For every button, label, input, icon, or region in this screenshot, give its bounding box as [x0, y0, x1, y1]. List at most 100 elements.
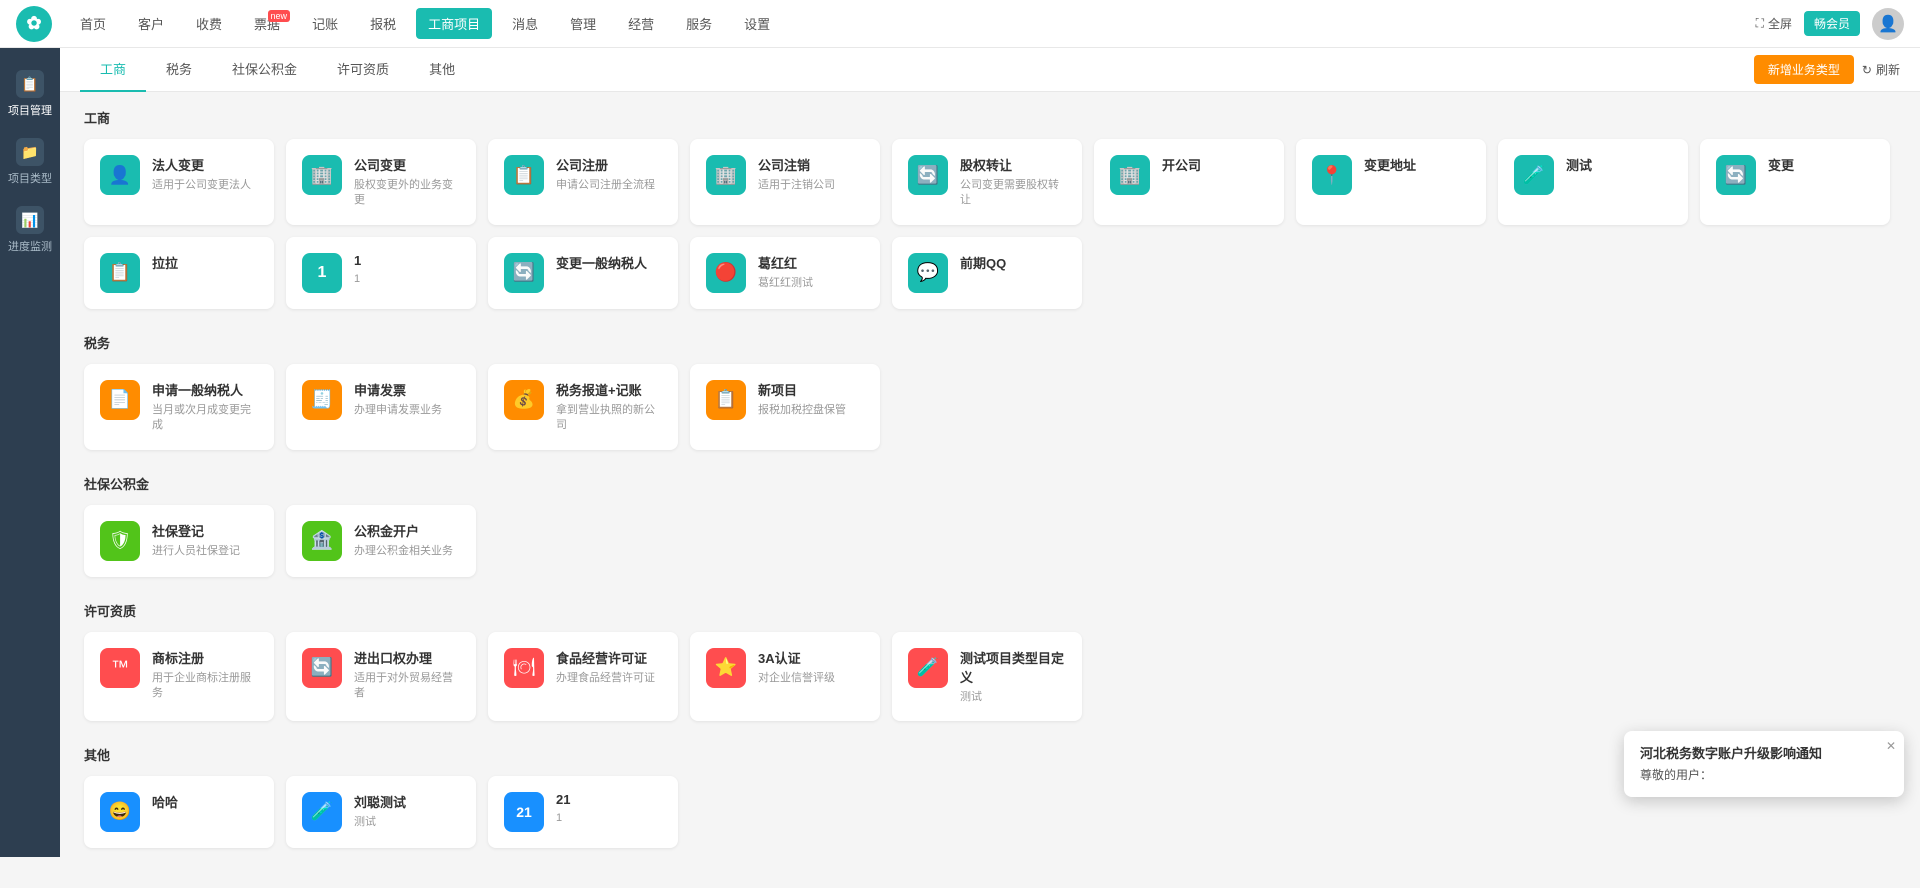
progress-icon: 📊 — [16, 206, 44, 234]
card-icon-one: 1 — [302, 253, 342, 293]
card-icon-food-license: 🍽 — [504, 648, 544, 688]
card-lala[interactable]: 📋 拉拉 — [84, 237, 274, 309]
cards-shuiwu: 📄 申请一般纳税人 当月或次月成变更完成 🧾 申请发票 办理申请发票业务 💰 — [84, 364, 1896, 450]
nav-item-bookkeeping[interactable]: 记账 — [300, 8, 350, 39]
nav-right: ⛶ 全屏 畅会员 👤 — [1756, 8, 1904, 40]
tab-gongshang[interactable]: 工商 — [80, 47, 146, 92]
nav-item-settings[interactable]: 设置 — [732, 8, 782, 39]
card-icon-gongsibiangeng: 🏢 — [302, 155, 342, 195]
card-21[interactable]: 21 21 1 — [488, 776, 678, 848]
card-haha[interactable]: 😄 哈哈 — [84, 776, 274, 848]
sidebar: 📋 项目管理 📁 项目类型 📊 进度监测 — [0, 48, 60, 857]
nav-item-operation[interactable]: 经营 — [616, 8, 666, 39]
tab-shebao[interactable]: 社保公积金 — [212, 47, 317, 92]
card-test-type[interactable]: 🧪 测试项目类型目定义 测试 — [892, 632, 1082, 721]
card-qq[interactable]: 💬 前期QQ — [892, 237, 1082, 309]
card-kaigongsi[interactable]: 🏢 开公司 — [1094, 139, 1284, 225]
section-gongshang: 工商 👤 法人变更 适用于公司变更法人 🏢 公司变更 股权变更外的业务变更 — [84, 108, 1896, 309]
card-guzhuanzhan[interactable]: 🔄 股权转让 公司变更需要股权转让 — [892, 139, 1082, 225]
card-3a[interactable]: ⭐ 3A认证 对企业信誉评级 — [690, 632, 880, 721]
card-icon-tax-report: 💰 — [504, 380, 544, 420]
section-shebao: 社保公积金 🛡 社保登记 进行人员社保登记 🏦 公积金开户 办理公积金相关业务 — [84, 474, 1896, 577]
section-shuiwu: 税务 📄 申请一般纳税人 当月或次月成变更完成 🧾 申请发票 办理申请发票业务 — [84, 333, 1896, 450]
card-gongsizhu2[interactable]: 🏢 公司注销 适用于注销公司 — [690, 139, 880, 225]
section-xuke: 许可资质 ™ 商标注册 用于企业商标注册服务 🔄 进出口权办理 适用于对外贸易经… — [84, 601, 1896, 721]
nav-item-ticket[interactable]: 票据 new — [242, 8, 292, 39]
card-liucong[interactable]: 🧪 刘聪测试 测试 — [286, 776, 476, 848]
notification-close-button[interactable]: ✕ — [1886, 739, 1896, 753]
card-faziren[interactable]: 👤 法人变更 适用于公司变更法人 — [84, 139, 274, 225]
refresh-button[interactable]: ↻ 刷新 — [1862, 61, 1900, 78]
card-icon-lala: 📋 — [100, 253, 140, 293]
card-biangeng-na[interactable]: 🔄 变更一般纳税人 — [488, 237, 678, 309]
nav-item-home[interactable]: 首页 — [68, 8, 118, 39]
sidebar-item-project-type[interactable]: 📁 项目类型 — [0, 128, 60, 196]
notification-popup: ✕ 河北税务数字账户升级影响通知 尊敬的用户： — [1624, 731, 1904, 797]
card-icon-gjj-open: 🏦 — [302, 521, 342, 561]
project-manage-icon: 📋 — [16, 70, 44, 98]
card-icon-ceshi: 🧪 — [1514, 155, 1554, 195]
sidebar-item-progress[interactable]: 📊 进度监测 — [0, 196, 60, 264]
notification-content: 尊敬的用户： — [1640, 766, 1888, 785]
fullscreen-icon: ⛶ — [1756, 16, 1764, 31]
cards-gongshang: 👤 法人变更 适用于公司变更法人 🏢 公司变更 股权变更外的业务变更 📋 — [84, 139, 1896, 309]
nav-item-bizproject[interactable]: 工商项目 — [416, 8, 492, 39]
card-gongsibiangeng[interactable]: 🏢 公司变更 股权变更外的业务变更 — [286, 139, 476, 225]
card-icon-21: 21 — [504, 792, 544, 832]
card-apply-invoice[interactable]: 🧾 申请发票 办理申请发票业务 — [286, 364, 476, 450]
tab-qita[interactable]: 其他 — [409, 47, 475, 92]
card-gongsizhu[interactable]: 📋 公司注册 申请公司注册全流程 — [488, 139, 678, 225]
tab-shuiwu[interactable]: 税务 — [146, 47, 212, 92]
card-biangengdizhi[interactable]: 📍 变更地址 — [1296, 139, 1486, 225]
card-apply-tax[interactable]: 📄 申请一般纳税人 当月或次月成变更完成 — [84, 364, 274, 450]
fullscreen-button[interactable]: ⛶ 全屏 — [1756, 15, 1792, 32]
card-tax-report[interactable]: 💰 税务报道+记账 拿到营业执照的新公司 — [488, 364, 678, 450]
nav-item-message[interactable]: 消息 — [500, 8, 550, 39]
card-icon-biangengdizhi: 📍 — [1312, 155, 1352, 195]
avatar[interactable]: 👤 — [1872, 8, 1904, 40]
tabs: 工商 税务 社保公积金 许可资质 其他 — [80, 47, 475, 92]
nav-item-fee[interactable]: 收费 — [184, 8, 234, 39]
card-trademark[interactable]: ™ 商标注册 用于企业商标注册服务 — [84, 632, 274, 721]
card-icon-kaigongsi: 🏢 — [1110, 155, 1150, 195]
card-biangeng[interactable]: 🔄 变更 — [1700, 139, 1890, 225]
section-title-shebao: 社保公积金 — [84, 474, 1896, 493]
cards-shebao: 🛡 社保登记 进行人员社保登记 🏦 公积金开户 办理公积金相关业务 — [84, 505, 1896, 577]
nav-item-manage[interactable]: 管理 — [558, 8, 608, 39]
project-type-icon: 📁 — [16, 138, 44, 166]
card-ceshi[interactable]: 🧪 测试 — [1498, 139, 1688, 225]
card-import-export[interactable]: 🔄 进出口权办理 适用于对外贸易经营者 — [286, 632, 476, 721]
card-icon-shebao-dengji: 🛡 — [100, 521, 140, 561]
top-nav: ✿ 首页 客户 收费 票据 new 记账 报税 工商项目 消息 管理 经营 服务… — [0, 0, 1920, 48]
card-icon-gehonghong: 🔴 — [706, 253, 746, 293]
card-icon-gongsizhu2: 🏢 — [706, 155, 746, 195]
vip-button[interactable]: 畅会员 — [1804, 11, 1860, 36]
card-shebao-dengji[interactable]: 🛡 社保登记 进行人员社保登记 — [84, 505, 274, 577]
nav-item-service[interactable]: 服务 — [674, 8, 724, 39]
card-food-license[interactable]: 🍽 食品经营许可证 办理食品经营许可证 — [488, 632, 678, 721]
tab-actions: 新增业务类型 ↻ 刷新 — [1754, 55, 1900, 84]
card-one[interactable]: 1 1 1 — [286, 237, 476, 309]
card-icon-haha: 😄 — [100, 792, 140, 832]
card-icon-test-type: 🧪 — [908, 648, 948, 688]
nav-logo[interactable]: ✿ — [16, 6, 52, 42]
refresh-icon: ↻ — [1862, 63, 1872, 77]
card-icon-qq: 💬 — [908, 253, 948, 293]
card-gjj-open[interactable]: 🏦 公积金开户 办理公积金相关业务 — [286, 505, 476, 577]
nav-item-tax[interactable]: 报税 — [358, 8, 408, 39]
add-type-button[interactable]: 新增业务类型 — [1754, 55, 1854, 84]
tab-xuke[interactable]: 许可资质 — [317, 47, 409, 92]
card-icon-3a: ⭐ — [706, 648, 746, 688]
card-icon-trademark: ™ — [100, 648, 140, 688]
tab-bar: 工商 税务 社保公积金 许可资质 其他 新增业务类型 ↻ 刷新 — [60, 48, 1920, 92]
sidebar-item-project-manage[interactable]: 📋 项目管理 — [0, 60, 60, 128]
card-icon-biangeng: 🔄 — [1716, 155, 1756, 195]
nav-item-customer[interactable]: 客户 — [126, 8, 176, 39]
card-gehonghong[interactable]: 🔴 葛红红 葛红红测试 — [690, 237, 880, 309]
card-new-project[interactable]: 📋 新项目 报税加税控盘保管 — [690, 364, 880, 450]
card-icon-import-export: 🔄 — [302, 648, 342, 688]
card-icon-guzhuanzhan: 🔄 — [908, 155, 948, 195]
card-icon-apply-tax: 📄 — [100, 380, 140, 420]
cards-xuke: ™ 商标注册 用于企业商标注册服务 🔄 进出口权办理 适用于对外贸易经营者 🍽 — [84, 632, 1896, 721]
notification-title: 河北税务数字账户升级影响通知 — [1640, 743, 1888, 762]
